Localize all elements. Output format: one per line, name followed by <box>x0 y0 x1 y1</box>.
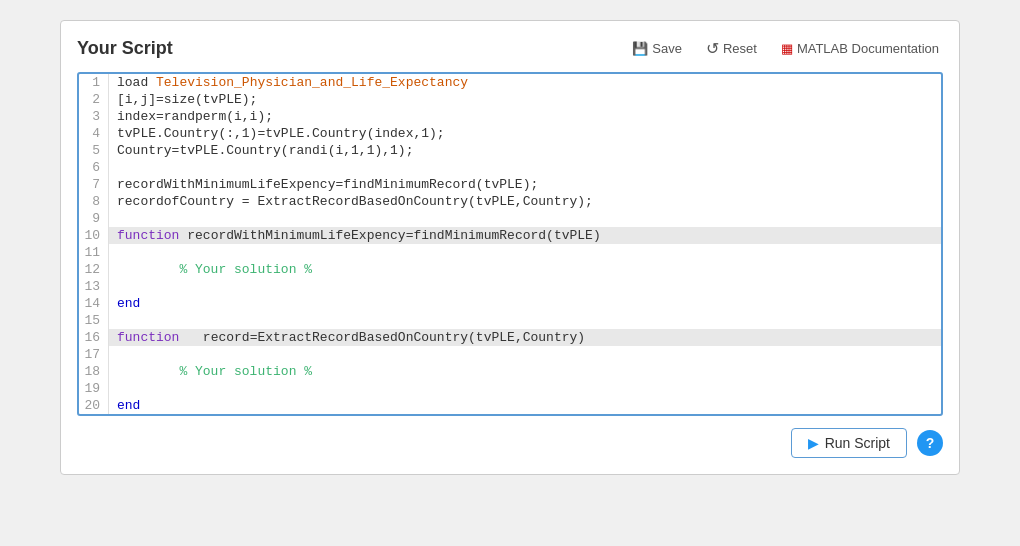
line-number: 2 <box>79 91 109 108</box>
reset-icon <box>706 39 719 58</box>
line-content <box>109 312 941 329</box>
line-number: 4 <box>79 125 109 142</box>
table-row: 19 <box>79 380 941 397</box>
main-container: Your Script Save Reset MATLAB Documentat… <box>0 0 1020 546</box>
line-content <box>109 244 941 261</box>
line-content: Country=tvPLE.Country(randi(i,1,1),1); <box>109 142 941 159</box>
line-content: recordofCountry = ExtractRecordBasedOnCo… <box>109 193 941 210</box>
run-script-button[interactable]: ▶ Run Script <box>791 428 907 458</box>
matlab-icon <box>781 41 793 56</box>
line-content <box>109 210 941 227</box>
line-number: 11 <box>79 244 109 261</box>
table-row: 8recordofCountry = ExtractRecordBasedOnC… <box>79 193 941 210</box>
table-row: 14end <box>79 295 941 312</box>
save-button[interactable]: Save <box>628 39 686 58</box>
line-content: load Television_Physician_and_Life_Expec… <box>109 74 941 91</box>
footer-actions: ▶ Run Script ? <box>77 428 943 458</box>
line-number: 14 <box>79 295 109 312</box>
table-row: 1load Television_Physician_and_Life_Expe… <box>79 74 941 91</box>
table-row: 12 % Your solution % <box>79 261 941 278</box>
line-number: 8 <box>79 193 109 210</box>
line-number: 17 <box>79 346 109 363</box>
line-content <box>109 346 941 363</box>
table-row: 2[i,j]=size(tvPLE); <box>79 91 941 108</box>
table-row: 10function recordWithMinimumLifeExpency=… <box>79 227 941 244</box>
help-button[interactable]: ? <box>917 430 943 456</box>
line-number: 5 <box>79 142 109 159</box>
line-number: 12 <box>79 261 109 278</box>
line-content <box>109 159 941 176</box>
line-content: function record=ExtractRecordBasedOnCoun… <box>109 329 941 346</box>
line-content: % Your solution % <box>109 363 941 380</box>
save-label: Save <box>652 41 682 56</box>
table-row: 7recordWithMinimumLifeExpency=findMinimu… <box>79 176 941 193</box>
line-content: % Your solution % <box>109 261 941 278</box>
table-row: 5Country=tvPLE.Country(randi(i,1,1),1); <box>79 142 941 159</box>
matlab-docs-button[interactable]: MATLAB Documentation <box>777 39 943 58</box>
table-row: 3index=randperm(i,i); <box>79 108 941 125</box>
line-number: 18 <box>79 363 109 380</box>
save-icon <box>632 41 648 56</box>
panel-title: Your Script <box>77 38 173 59</box>
table-row: 6 <box>79 159 941 176</box>
table-row: 9 <box>79 210 941 227</box>
line-content <box>109 380 941 397</box>
line-content: function recordWithMinimumLifeExpency=fi… <box>109 227 941 244</box>
reset-label: Reset <box>723 41 757 56</box>
table-row: 13 <box>79 278 941 295</box>
table-row: 11 <box>79 244 941 261</box>
table-row: 4tvPLE.Country(:,1)=tvPLE.Country(index,… <box>79 125 941 142</box>
line-number: 3 <box>79 108 109 125</box>
line-number: 10 <box>79 227 109 244</box>
table-row: 20end <box>79 397 941 414</box>
line-content: recordWithMinimumLifeExpency=findMinimum… <box>109 176 941 193</box>
line-content: end <box>109 397 941 414</box>
code-lines: 1load Television_Physician_and_Life_Expe… <box>79 74 941 414</box>
header-actions: Save Reset MATLAB Documentation <box>628 37 943 60</box>
code-editor[interactable]: 1load Television_Physician_and_Life_Expe… <box>77 72 943 416</box>
table-row: 18 % Your solution % <box>79 363 941 380</box>
table-row: 17 <box>79 346 941 363</box>
line-number: 19 <box>79 380 109 397</box>
script-panel: Your Script Save Reset MATLAB Documentat… <box>60 20 960 475</box>
line-number: 9 <box>79 210 109 227</box>
line-content: index=randperm(i,i); <box>109 108 941 125</box>
help-label: ? <box>926 435 935 451</box>
run-icon: ▶ <box>808 435 819 451</box>
line-number: 15 <box>79 312 109 329</box>
line-number: 6 <box>79 159 109 176</box>
matlab-label: MATLAB Documentation <box>797 41 939 56</box>
line-content: tvPLE.Country(:,1)=tvPLE.Country(index,1… <box>109 125 941 142</box>
run-label: Run Script <box>825 435 890 451</box>
line-number: 7 <box>79 176 109 193</box>
reset-button[interactable]: Reset <box>702 37 761 60</box>
line-number: 20 <box>79 397 109 414</box>
line-content: [i,j]=size(tvPLE); <box>109 91 941 108</box>
panel-header: Your Script Save Reset MATLAB Documentat… <box>77 37 943 60</box>
line-content: end <box>109 295 941 312</box>
line-number: 1 <box>79 74 109 91</box>
table-row: 15 <box>79 312 941 329</box>
table-row: 16function record=ExtractRecordBasedOnCo… <box>79 329 941 346</box>
line-number: 16 <box>79 329 109 346</box>
line-number: 13 <box>79 278 109 295</box>
line-content <box>109 278 941 295</box>
